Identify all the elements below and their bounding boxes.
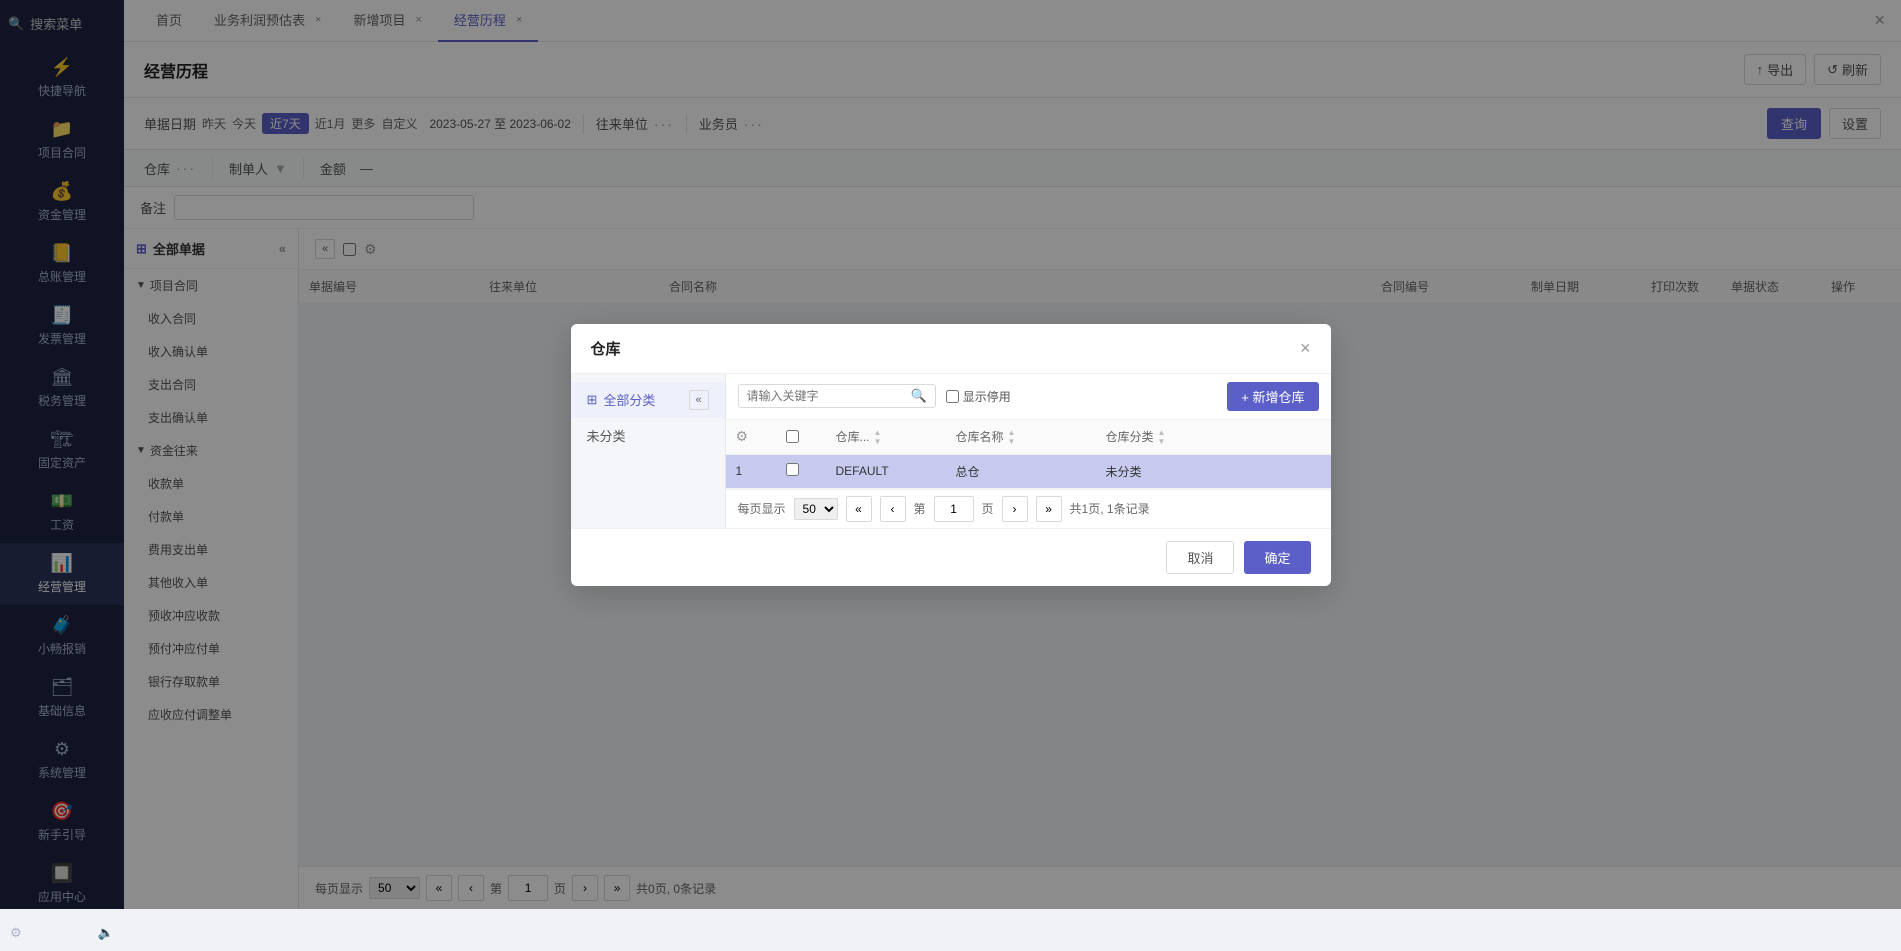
- settings-bottom-icon[interactable]: ⚙: [10, 925, 22, 941]
- sound-bottom-icon[interactable]: 🔈: [98, 925, 114, 941]
- dialog-page-size-select[interactable]: 50: [794, 498, 838, 520]
- dialog-close-btn[interactable]: ×: [1300, 338, 1311, 359]
- dialog-page-unit: 页: [982, 500, 994, 517]
- dialog-overlay: 仓库 × ⊞ 全部分类 « 未分类: [0, 0, 1901, 909]
- dialog-page-number-input[interactable]: [934, 496, 974, 522]
- dialog-first-page-btn[interactable]: «: [846, 496, 872, 522]
- dialog-page-size-label: 每页显示: [738, 500, 786, 517]
- row-category: 未分类: [1096, 455, 1331, 488]
- dialog-search-input[interactable]: [747, 389, 907, 403]
- dialog-th-code[interactable]: 仓库... ▲▼: [826, 420, 946, 454]
- row-name: 总仓: [946, 455, 1096, 488]
- dialog-header: 仓库 ×: [571, 324, 1331, 374]
- grid-icon-dialog: ⊞: [587, 392, 598, 408]
- row-select-checkbox[interactable]: [786, 463, 799, 476]
- dialog-actions: 取消 确定: [571, 528, 1331, 586]
- dialog-table-header: ⚙ 仓库... ▲▼ 仓库名称 ▲▼: [726, 420, 1331, 455]
- dialog-gear-icon[interactable]: ⚙: [736, 428, 749, 445]
- dialog-table: ⚙ 仓库... ▲▼ 仓库名称 ▲▼: [726, 420, 1331, 489]
- all-categories-label: 全部分类: [603, 390, 655, 409]
- row-num: 1: [726, 456, 776, 486]
- dialog-th-category[interactable]: 仓库分类 ▲▼: [1096, 420, 1331, 454]
- dialog-th-checkbox: [776, 420, 826, 454]
- dialog-left-collapse-btn[interactable]: «: [689, 390, 709, 410]
- dialog-th-gear: ⚙: [726, 420, 776, 454]
- add-warehouse-label: + 新增仓库: [1241, 387, 1304, 406]
- unclassified-label: 未分类: [587, 426, 626, 445]
- dialog-left-panel: ⊞ 全部分类 « 未分类: [571, 374, 726, 528]
- dialog-title: 仓库: [591, 338, 621, 359]
- dialog-select-all[interactable]: [786, 430, 799, 443]
- dialog-page-total: 共1页, 1条记录: [1070, 500, 1150, 517]
- warehouse-dialog: 仓库 × ⊞ 全部分类 « 未分类: [571, 324, 1331, 586]
- dialog-left-all-categories[interactable]: ⊞ 全部分类 «: [571, 382, 725, 418]
- add-warehouse-btn[interactable]: + 新增仓库: [1227, 382, 1318, 411]
- row-code: DEFAULT: [826, 456, 946, 486]
- dialog-body: ⊞ 全部分类 « 未分类 🔍 显示停用: [571, 374, 1331, 528]
- sort-icons-name: ▲▼: [1008, 428, 1016, 446]
- dialog-page-label: 第: [914, 500, 926, 517]
- dialog-confirm-btn[interactable]: 确定: [1244, 541, 1310, 574]
- dialog-prev-page-btn[interactable]: ‹: [880, 496, 906, 522]
- dialog-search-wrap: 🔍: [738, 384, 936, 408]
- row-checkbox: [776, 455, 826, 487]
- dialog-next-page-btn[interactable]: ›: [1002, 496, 1028, 522]
- dialog-last-page-btn[interactable]: »: [1036, 496, 1062, 522]
- sort-icons-category: ▲▼: [1158, 428, 1166, 446]
- dialog-toolbar: 🔍 显示停用 + 新增仓库: [726, 374, 1331, 420]
- dialog-th-name[interactable]: 仓库名称 ▲▼: [946, 420, 1096, 454]
- sidebar-bottom: ⚙ 🔈: [0, 915, 124, 951]
- show-disabled-wrap: 显示停用: [946, 388, 1011, 405]
- dialog-table-row[interactable]: 1 DEFAULT 总仓 未分类: [726, 455, 1331, 489]
- dialog-right-panel: 🔍 显示停用 + 新增仓库 ⚙: [726, 374, 1331, 528]
- dialog-left-unclassified[interactable]: 未分类: [571, 418, 725, 453]
- show-disabled-checkbox[interactable]: [946, 390, 959, 403]
- dialog-cancel-btn[interactable]: 取消: [1166, 541, 1234, 574]
- show-disabled-label: 显示停用: [963, 388, 1011, 405]
- sort-icons-code: ▲▼: [874, 428, 882, 446]
- dialog-search-icon[interactable]: 🔍: [911, 388, 927, 404]
- dialog-footer-bar: 每页显示 50 « ‹ 第 页 › » 共1页, 1条记录: [726, 489, 1331, 528]
